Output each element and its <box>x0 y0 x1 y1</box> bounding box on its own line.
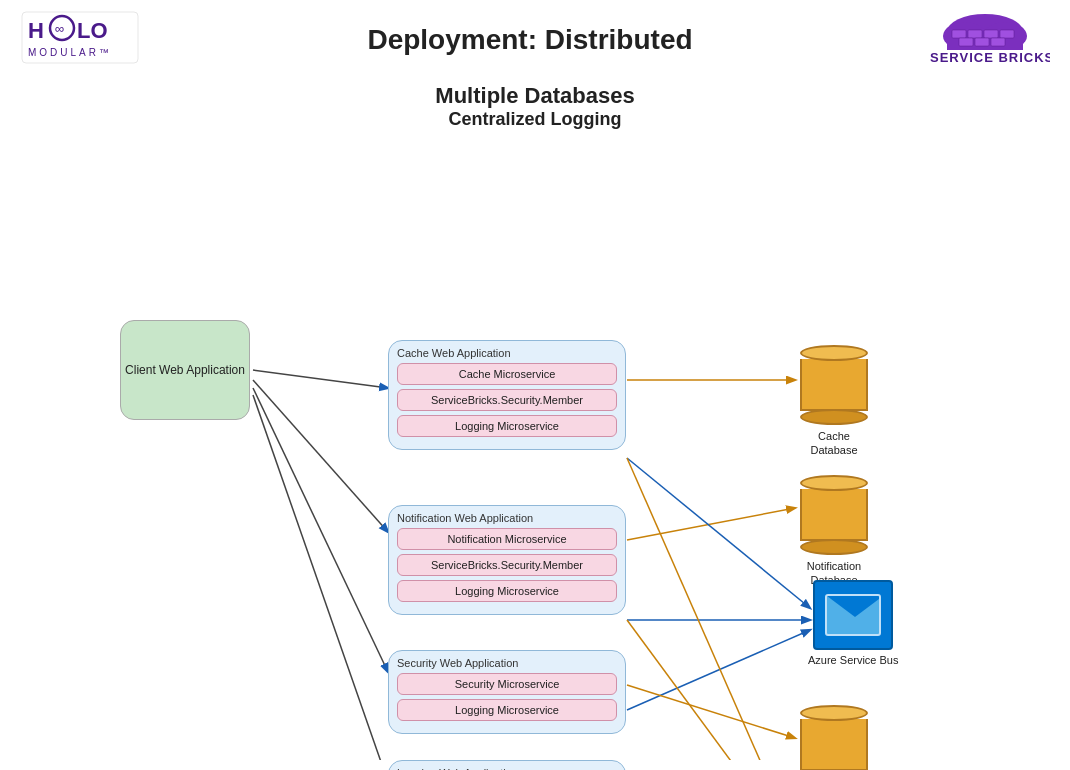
logging-webapp-container: Logging Web Application Logging Microser… <box>388 760 626 770</box>
svg-line-30 <box>627 620 795 760</box>
subtitle-line1: Multiple Databases <box>0 83 1070 109</box>
notif-db-bottom <box>800 539 868 555</box>
envelope-icon <box>825 594 881 636</box>
svg-line-18 <box>253 370 388 388</box>
svg-rect-12 <box>984 30 998 38</box>
svg-line-21 <box>253 395 388 760</box>
svg-line-23 <box>627 508 795 540</box>
cache-microservice: Cache Microservice <box>397 363 617 385</box>
svg-rect-10 <box>952 30 966 38</box>
notification-microservice: Notification Microservice <box>397 528 617 550</box>
svg-line-26 <box>627 630 810 710</box>
holo-logo: H ∞ LO MODULAR™ <box>20 10 140 69</box>
security-webapp-title: Security Web Application <box>397 657 617 669</box>
azure-bus-label: Azure Service Bus <box>808 654 898 666</box>
cache-webapp-container: Cache Web Application Cache Microservice… <box>388 340 626 450</box>
security-logging-microservice: Logging Microservice <box>397 699 617 721</box>
header: H ∞ LO MODULAR™ Deployment: Distributed <box>0 0 1070 79</box>
notif-db-top <box>800 475 868 491</box>
subtitle-block: Multiple Databases Centralized Logging <box>0 83 1070 130</box>
security-microservice: Security Microservice <box>397 673 617 695</box>
notification-webapp-container: Notification Web Application Notificatio… <box>388 505 626 615</box>
svg-line-29 <box>627 458 795 760</box>
svg-rect-13 <box>1000 30 1014 38</box>
cache-logging-microservice: Logging Microservice <box>397 415 617 437</box>
svg-line-20 <box>253 388 388 672</box>
notification-security-member: ServiceBricks.Security.Member <box>397 554 617 576</box>
notification-logging-microservice: Logging Microservice <box>397 580 617 602</box>
diagram-area: Client Web Application Cache Web Applica… <box>0 140 1070 760</box>
svg-rect-15 <box>975 38 989 46</box>
security-database: SecurityDatabase <box>800 705 868 770</box>
client-web-app: Client Web Application <box>120 320 250 420</box>
cache-security-member: ServiceBricks.Security.Member <box>397 389 617 411</box>
notif-db-body <box>800 489 868 541</box>
servicebricks-logo: SERVICE BRICKS™ <box>920 12 1050 67</box>
notification-database: NotificationDatabase <box>800 475 868 588</box>
svg-rect-14 <box>959 38 973 46</box>
cache-database: CacheDatabase <box>800 345 868 458</box>
cache-db-top <box>800 345 868 361</box>
page-title: Deployment: Distributed <box>367 24 692 56</box>
svg-line-19 <box>253 380 388 532</box>
svg-text:H: H <box>28 18 44 43</box>
azure-bus-icon <box>813 580 893 650</box>
title-block: Deployment: Distributed <box>367 24 692 56</box>
cache-webapp-title: Cache Web Application <box>397 347 617 359</box>
svg-text:∞: ∞ <box>55 21 64 36</box>
sec-db-top <box>800 705 868 721</box>
cache-db-bottom <box>800 409 868 425</box>
security-webapp-container: Security Web Application Security Micros… <box>388 650 626 734</box>
subtitle-line2: Centralized Logging <box>0 109 1070 130</box>
svg-rect-11 <box>968 30 982 38</box>
svg-line-24 <box>627 458 810 608</box>
azure-service-bus: Azure Service Bus <box>808 580 898 666</box>
cache-db-body <box>800 359 868 411</box>
cache-db-label: CacheDatabase <box>810 429 857 458</box>
sec-db-body <box>800 719 868 770</box>
notification-webapp-title: Notification Web Application <box>397 512 617 524</box>
svg-text:LO: LO <box>77 18 108 43</box>
svg-text:SERVICE BRICKS™: SERVICE BRICKS™ <box>930 50 1050 65</box>
svg-text:MODULAR™: MODULAR™ <box>28 47 112 58</box>
svg-rect-16 <box>991 38 1005 46</box>
svg-line-27 <box>627 685 795 738</box>
